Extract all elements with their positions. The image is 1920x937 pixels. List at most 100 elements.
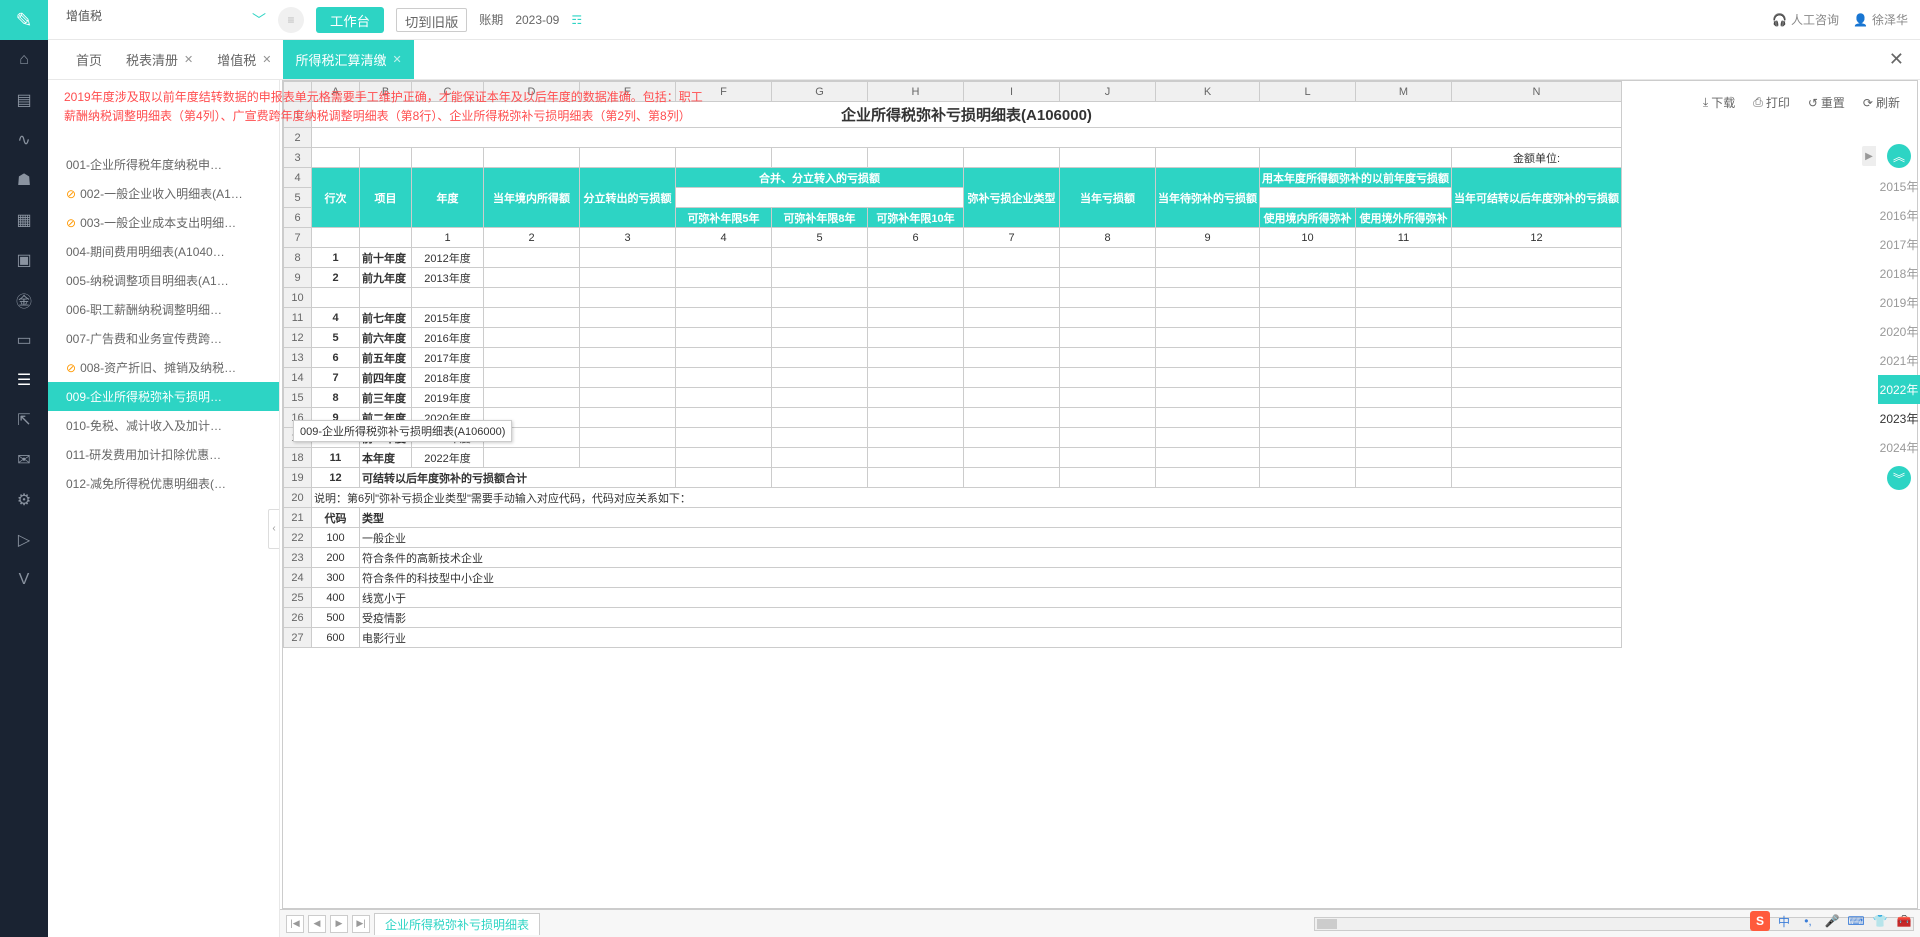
nav-clipboard-icon[interactable]: ▦: [0, 200, 48, 240]
year-item[interactable]: 2024年: [1878, 433, 1920, 462]
ime-skin-icon[interactable]: 👕: [1870, 911, 1890, 931]
spreadsheet[interactable]: ABCDEFGHIJKLMN1企业所得税弥补亏损明细表(A106000)23金额…: [283, 81, 1622, 648]
year-item[interactable]: 2015年: [1878, 172, 1920, 201]
year-item[interactable]: 2018年: [1878, 259, 1920, 288]
warning-icon: ⊘: [66, 216, 76, 230]
tab-income-tax[interactable]: 所得税汇算清缴✕: [283, 40, 413, 79]
sheet-nav-last[interactable]: ▶|: [352, 915, 370, 933]
user-icon: 👤: [1853, 13, 1868, 27]
app-logo[interactable]: ✎: [0, 0, 48, 40]
year-item[interactable]: 2022年: [1878, 375, 1920, 404]
nav-chart-icon[interactable]: ∿: [0, 120, 48, 160]
year-scroll-down[interactable]: ︾: [1887, 466, 1911, 490]
sheet-nav-first[interactable]: |◀: [286, 915, 304, 933]
consult-link[interactable]: 🎧人工咨询: [1772, 11, 1839, 28]
tree-item[interactable]: 011-研发费用加计扣除优惠…: [48, 440, 279, 469]
sheet-nav-prev[interactable]: ◀: [308, 915, 326, 933]
tab-home[interactable]: 首页: [64, 40, 114, 79]
nav-tax-icon[interactable]: ㊎: [0, 280, 48, 320]
tab-vat[interactable]: 增值税✕: [205, 40, 283, 79]
tab-tax-list[interactable]: 税表清册✕: [114, 40, 205, 79]
ime-punct-icon[interactable]: •,: [1798, 911, 1818, 931]
tree-item-label: 004-期间费用明细表(A1040…: [66, 243, 225, 260]
print-icon: ⎙: [1753, 95, 1763, 110]
expand-right-arrow[interactable]: ▶: [1862, 146, 1876, 166]
nav-list-icon[interactable]: ☰: [0, 360, 48, 400]
ime-keyboard-icon[interactable]: ⌨: [1846, 911, 1866, 931]
collapse-tree-button[interactable]: ‹: [268, 509, 280, 549]
tree-item-label: 001-企业所得税年度纳税申…: [66, 156, 222, 173]
tree-item-label: 008-资产折旧、摊销及纳税…: [80, 359, 236, 376]
refresh-button[interactable]: ⟳刷新: [1863, 94, 1900, 111]
form-tree: 001-企业所得税年度纳税申…⊘002-一般企业收入明细表(A1…⊘003-一般…: [48, 80, 280, 937]
nav-settings-icon[interactable]: ⚙: [0, 480, 48, 520]
reset-button[interactable]: ↺重置: [1808, 94, 1845, 111]
nav-mail-icon[interactable]: ✉: [0, 440, 48, 480]
nav-bag-icon[interactable]: ☗: [0, 160, 48, 200]
tree-item[interactable]: 005-纳税调整项目明细表(A1…: [48, 266, 279, 295]
nav-calendar-icon[interactable]: ▭: [0, 320, 48, 360]
tree-item[interactable]: 004-期间费用明细表(A1040…: [48, 237, 279, 266]
sheet-tabs-bar: |◀ ◀ ▶ ▶| 企业所得税弥补亏损明细表: [280, 909, 1920, 937]
spreadsheet-area: ABCDEFGHIJKLMN1企业所得税弥补亏损明细表(A106000)23金额…: [280, 80, 1920, 937]
close-all-tabs[interactable]: ✕: [1873, 40, 1920, 79]
tree-item-label: 010-免税、减计收入及加计…: [66, 417, 222, 434]
close-icon[interactable]: ✕: [184, 53, 193, 66]
nav-v-icon[interactable]: V: [0, 560, 48, 600]
year-scroll-up[interactable]: ︽: [1887, 144, 1911, 168]
year-item[interactable]: 2020年: [1878, 317, 1920, 346]
tree-item[interactable]: 009-企业所得税弥补亏损明…: [48, 382, 279, 411]
company-selector[interactable]: 增值税: [60, 7, 240, 33]
sheet-nav-next[interactable]: ▶: [330, 915, 348, 933]
tree-item-label: 006-职工薪酬纳税调整明细…: [66, 301, 222, 318]
tree-item[interactable]: 006-职工薪酬纳税调整明细…: [48, 295, 279, 324]
warning-text: 2019年度涉及取以前年度结转数据的申报表单元格需要手工维护正确，才能保证本年及…: [64, 88, 714, 126]
module-icon-button[interactable]: ≡: [278, 7, 304, 33]
tree-item[interactable]: 001-企业所得税年度纳税申…: [48, 150, 279, 179]
download-icon: ⤓: [1703, 95, 1708, 110]
ime-sogou-icon[interactable]: S: [1750, 911, 1770, 931]
tree-item-label: 012-减免所得税优惠明细表(…: [66, 475, 226, 492]
nav-video-icon[interactable]: ▷: [0, 520, 48, 560]
period-value[interactable]: 2023-09: [515, 13, 559, 27]
ime-lang-icon[interactable]: 中: [1774, 911, 1794, 931]
chevron-down-icon[interactable]: ﹀: [252, 10, 266, 30]
year-item[interactable]: 2017年: [1878, 230, 1920, 259]
nav-report-icon[interactable]: ▣: [0, 240, 48, 280]
refresh-icon: ⟳: [1863, 96, 1873, 110]
content-area: 2019年度涉及取以前年度结转数据的申报表单元格需要手工维护正确，才能保证本年及…: [48, 80, 1920, 937]
tree-item-label: 003-一般企业成本支出明细…: [80, 214, 236, 231]
tree-item[interactable]: 007-广告费和业务宣传费跨…: [48, 324, 279, 353]
grid-scroll[interactable]: ABCDEFGHIJKLMN1企业所得税弥补亏损明细表(A106000)23金额…: [282, 80, 1918, 909]
ime-voice-icon[interactable]: 🎤: [1822, 911, 1842, 931]
download-button[interactable]: ⤓下载: [1703, 94, 1735, 111]
tree-item-label: 005-纳税调整项目明细表(A1…: [66, 272, 229, 289]
old-version-button[interactable]: 切到旧版: [396, 8, 467, 32]
print-button[interactable]: ⎙打印: [1753, 94, 1790, 111]
calendar-icon[interactable]: ☶: [571, 13, 582, 27]
close-icon[interactable]: ✕: [393, 53, 402, 66]
tree-item[interactable]: ⊘ 003-一般企业成本支出明细…: [48, 208, 279, 237]
tree-item-label: 002-一般企业收入明细表(A1…: [80, 185, 243, 202]
nav-doc-icon[interactable]: ▤: [0, 80, 48, 120]
tree-item[interactable]: ⊘002-一般企业收入明细表(A1…: [48, 179, 279, 208]
close-icon[interactable]: ✕: [262, 53, 271, 66]
year-item[interactable]: 2023年: [1878, 404, 1920, 433]
ime-bar: S 中 •, 🎤 ⌨ 👕 🧰: [1750, 911, 1914, 931]
nav-home-icon[interactable]: ⌂: [0, 40, 48, 80]
reset-icon: ↺: [1808, 96, 1818, 110]
warning-icon: ⊘: [66, 361, 76, 375]
workbench-button[interactable]: 工作台: [316, 7, 384, 33]
tree-item-label: 009-企业所得税弥补亏损明…: [66, 388, 222, 405]
year-item[interactable]: 2021年: [1878, 346, 1920, 375]
sheet-tab[interactable]: 企业所得税弥补亏损明细表: [374, 913, 540, 935]
tree-item[interactable]: 012-减免所得税优惠明细表(…: [48, 469, 279, 498]
nav-export-icon[interactable]: ⇱: [0, 400, 48, 440]
ime-tool-icon[interactable]: 🧰: [1894, 911, 1914, 931]
user-menu[interactable]: 👤徐泽华: [1853, 11, 1908, 28]
year-item[interactable]: 2019年: [1878, 288, 1920, 317]
tree-item[interactable]: ⊘ 008-资产折旧、摊销及纳税…: [48, 353, 279, 382]
left-sidebar: ✎ ⌂ ▤ ∿ ☗ ▦ ▣ ㊎ ▭ ☰ ⇱ ✉ ⚙ ▷ V: [0, 0, 48, 937]
tree-item[interactable]: 010-免税、减计收入及加计…: [48, 411, 279, 440]
year-item[interactable]: 2016年: [1878, 201, 1920, 230]
